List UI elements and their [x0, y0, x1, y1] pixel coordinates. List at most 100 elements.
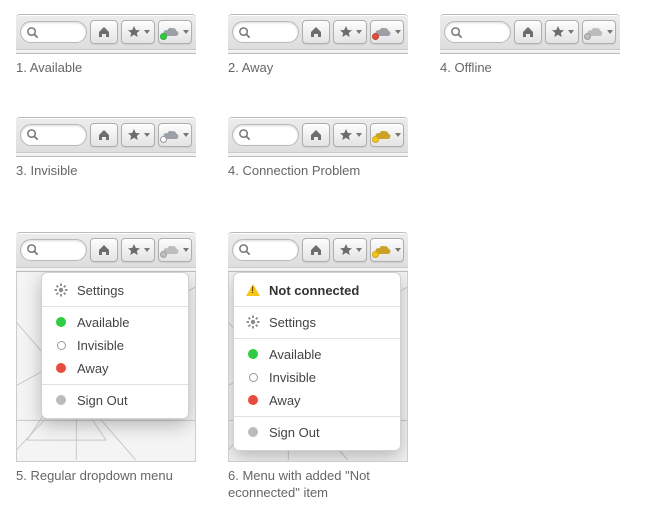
search-input[interactable]	[20, 124, 87, 146]
bookmarks-button[interactable]	[333, 20, 367, 44]
menu-item-label: Settings	[77, 283, 124, 298]
bookmarks-button[interactable]	[121, 238, 155, 262]
status-dot-available	[246, 347, 260, 361]
cloud-status-icon	[374, 25, 392, 39]
menu-item[interactable]: Available	[234, 343, 400, 366]
caption: 2. Away	[228, 60, 408, 77]
menu-item-label: Available	[269, 347, 322, 362]
status-dot-invisible	[54, 338, 68, 352]
search-input[interactable]	[232, 239, 299, 261]
search-icon	[26, 128, 39, 141]
search-input[interactable]	[20, 21, 87, 43]
status-dot-available	[54, 315, 68, 329]
status-button[interactable]	[370, 123, 404, 147]
menu-item[interactable]: Settings	[42, 279, 188, 302]
cloud-status-icon	[162, 243, 180, 257]
caption: 1. Available	[16, 60, 196, 77]
bookmarks-button[interactable]	[121, 123, 155, 147]
chevron-down-icon	[356, 133, 362, 137]
home-icon	[97, 25, 111, 39]
menu-item-label: Invisible	[77, 338, 124, 353]
chevron-down-icon	[144, 30, 150, 34]
home-button[interactable]	[514, 20, 542, 44]
search-icon	[238, 26, 251, 39]
menu-item[interactable]: Settings	[234, 311, 400, 334]
star-icon	[127, 243, 141, 257]
menu-item[interactable]: Available	[42, 311, 188, 334]
status-button[interactable]	[370, 238, 404, 262]
status-button[interactable]	[158, 20, 192, 44]
status-dot-away	[246, 393, 260, 407]
home-icon	[97, 243, 111, 257]
menu-item[interactable]: Sign Out	[42, 389, 188, 412]
menu-item-label: Available	[77, 315, 130, 330]
status-dropdown: Settings Available Invisible Away Sign O…	[41, 272, 189, 419]
chevron-down-icon	[568, 30, 574, 34]
search-input[interactable]	[444, 21, 511, 43]
example-offline: 4. Offline	[440, 14, 620, 77]
chevron-down-icon	[395, 248, 401, 252]
browser-toolbar	[228, 14, 408, 54]
content-area: Not connected Settings Available Invisib…	[228, 272, 408, 462]
example-dropdown_regular: Settings Available Invisible Away Sign O…	[16, 232, 196, 502]
chevron-down-icon	[183, 30, 189, 34]
warning-icon	[246, 283, 260, 297]
star-icon	[339, 128, 353, 142]
browser-toolbar	[16, 232, 196, 272]
browser-toolbar	[16, 117, 196, 157]
search-input[interactable]	[20, 239, 87, 261]
menu-item[interactable]: Invisible	[234, 366, 400, 389]
menu-item[interactable]: Away	[234, 389, 400, 412]
status-button[interactable]	[582, 20, 616, 44]
bookmarks-button[interactable]	[545, 20, 579, 44]
menu-item-label: Sign Out	[269, 425, 320, 440]
menu-item[interactable]: Not connected	[234, 279, 400, 302]
star-icon	[339, 25, 353, 39]
home-button[interactable]	[302, 20, 330, 44]
status-button[interactable]	[370, 20, 404, 44]
menu-item-label: Not connected	[269, 283, 359, 298]
cloud-status-icon	[374, 243, 392, 257]
status-dot-grey	[246, 425, 260, 439]
menu-separator	[42, 384, 188, 385]
caption: 5. Regular dropdown menu	[16, 468, 196, 485]
status-dropdown: Not connected Settings Available Invisib…	[233, 272, 401, 451]
caption: 3. Invisible	[16, 163, 196, 180]
menu-separator	[42, 306, 188, 307]
bookmarks-button[interactable]	[121, 20, 155, 44]
chevron-down-icon	[183, 248, 189, 252]
status-button[interactable]	[158, 123, 192, 147]
chevron-down-icon	[395, 30, 401, 34]
bookmarks-button[interactable]	[333, 238, 367, 262]
menu-item[interactable]: Invisible	[42, 334, 188, 357]
chevron-down-icon	[144, 133, 150, 137]
browser-toolbar	[228, 232, 408, 272]
search-icon	[238, 243, 251, 256]
chevron-down-icon	[356, 30, 362, 34]
search-input[interactable]	[232, 124, 299, 146]
bookmarks-button[interactable]	[333, 123, 367, 147]
home-button[interactable]	[90, 238, 118, 262]
search-icon	[26, 26, 39, 39]
example-invisible: 3. Invisible	[16, 117, 196, 180]
caption: 4. Connection Problem	[228, 163, 408, 180]
chevron-down-icon	[144, 248, 150, 252]
menu-separator	[234, 306, 400, 307]
menu-separator	[234, 416, 400, 417]
search-icon	[238, 128, 251, 141]
content-area: Settings Available Invisible Away Sign O…	[16, 272, 196, 462]
search-icon	[26, 243, 39, 256]
home-button[interactable]	[90, 20, 118, 44]
home-icon	[521, 25, 535, 39]
home-button[interactable]	[302, 238, 330, 262]
star-icon	[127, 128, 141, 142]
home-icon	[309, 25, 323, 39]
cloud-status-icon	[162, 128, 180, 142]
home-button[interactable]	[302, 123, 330, 147]
menu-item[interactable]: Away	[42, 357, 188, 380]
menu-item[interactable]: Sign Out	[234, 421, 400, 444]
status-button[interactable]	[158, 238, 192, 262]
search-input[interactable]	[232, 21, 299, 43]
home-button[interactable]	[90, 123, 118, 147]
gear-icon	[54, 283, 68, 297]
